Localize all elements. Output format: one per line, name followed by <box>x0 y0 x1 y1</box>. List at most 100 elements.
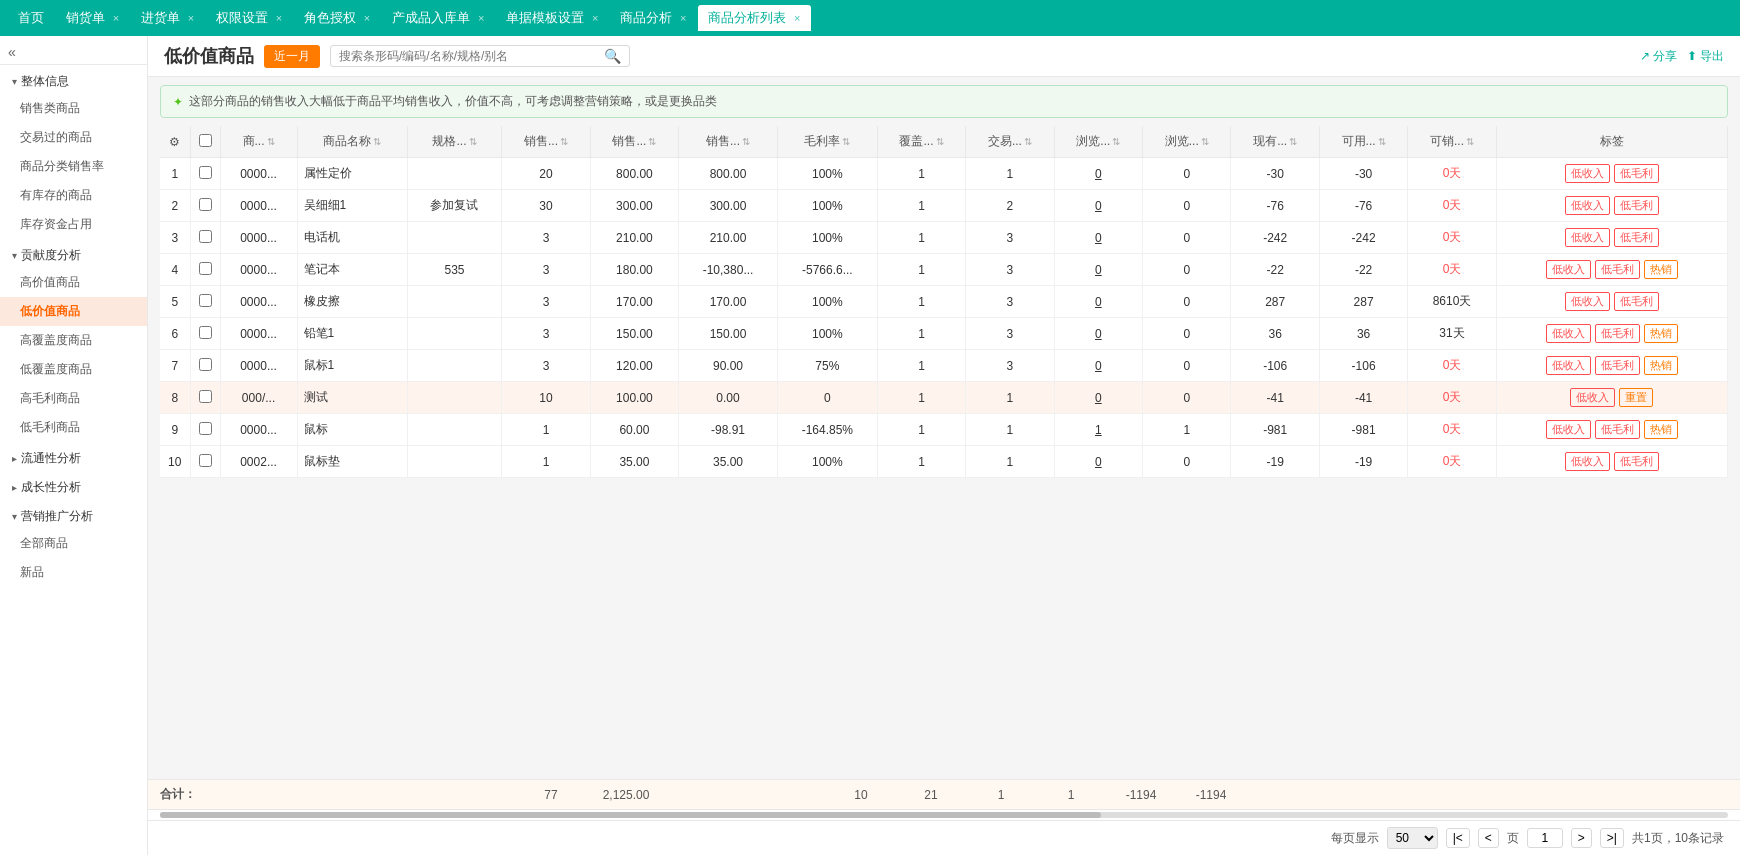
browse-link[interactable]: 0 <box>1095 391 1102 405</box>
browse-link[interactable]: 0 <box>1095 263 1102 277</box>
search-icon[interactable]: 🔍 <box>604 48 621 64</box>
sidebar-item-low-profit[interactable]: 低毛利商品 <box>0 413 147 442</box>
close-icon[interactable]: × <box>794 12 800 24</box>
td-coverage: 1 <box>877 318 965 350</box>
td-checkbox[interactable] <box>190 254 220 286</box>
close-icon[interactable]: × <box>680 12 686 24</box>
close-icon[interactable]: × <box>188 12 194 24</box>
td-days: 0天 <box>1408 414 1496 446</box>
row-checkbox[interactable] <box>199 262 212 275</box>
sidebar-collapse-btn[interactable]: « <box>8 44 16 60</box>
browse-link[interactable]: 1 <box>1095 423 1102 437</box>
sidebar-item-low-value[interactable]: 低价值商品 <box>0 297 147 326</box>
browse-link[interactable]: 0 <box>1095 167 1102 181</box>
row-checkbox[interactable] <box>199 294 212 307</box>
table-row: 2 0000... 吴细细1 参加复试 30 300.00 300.00 100… <box>160 190 1728 222</box>
sidebar-group-contribution[interactable]: ▾ 贡献度分析 <box>0 239 147 268</box>
sidebar-item-all-goods[interactable]: 全部商品 <box>0 529 147 558</box>
first-page-button[interactable]: |< <box>1446 828 1470 848</box>
row-checkbox[interactable] <box>199 326 212 339</box>
td-col1: 30 <box>502 190 590 222</box>
close-icon[interactable]: × <box>592 12 598 24</box>
td-checkbox[interactable] <box>190 190 220 222</box>
td-checkbox[interactable] <box>190 222 220 254</box>
td-checkbox[interactable] <box>190 382 220 414</box>
sidebar-group-liquidity[interactable]: ▸ 流通性分析 <box>0 442 147 471</box>
sidebar-item-low-coverage[interactable]: 低覆盖度商品 <box>0 355 147 384</box>
row-checkbox[interactable] <box>199 454 212 467</box>
td-available-stock: -76 <box>1319 190 1407 222</box>
sidebar-group-growth[interactable]: ▸ 成长性分析 <box>0 471 147 500</box>
close-icon[interactable]: × <box>113 12 119 24</box>
nav-role-auth[interactable]: 角色授权 × <box>294 5 380 31</box>
per-page-select[interactable]: 50 100 200 <box>1387 827 1438 849</box>
nav-home[interactable]: 首页 <box>8 5 54 31</box>
prev-page-button[interactable]: < <box>1478 828 1499 848</box>
browse-link[interactable]: 0 <box>1095 295 1102 309</box>
td-name: 属性定价 <box>297 158 407 190</box>
sidebar-item-sales-goods[interactable]: 销售类商品 <box>0 94 147 123</box>
sidebar-item-category-sales-rate[interactable]: 商品分类销售率 <box>0 152 147 181</box>
td-checkbox[interactable] <box>190 350 220 382</box>
td-coverage: 1 <box>877 414 965 446</box>
td-checkbox[interactable] <box>190 318 220 350</box>
nav-permission[interactable]: 权限设置 × <box>206 5 292 31</box>
sidebar-item-high-profit[interactable]: 高毛利商品 <box>0 384 147 413</box>
nav-sales-order[interactable]: 销货单 × <box>56 5 129 31</box>
td-checkbox[interactable] <box>190 446 220 478</box>
td-checkbox[interactable] <box>190 414 220 446</box>
row-checkbox[interactable] <box>199 198 212 211</box>
td-checkbox[interactable] <box>190 158 220 190</box>
browse-link[interactable]: 0 <box>1095 455 1102 469</box>
td-spec <box>407 414 502 446</box>
browse-link[interactable]: 0 <box>1095 359 1102 373</box>
sidebar-item-high-coverage[interactable]: 高覆盖度商品 <box>0 326 147 355</box>
nav-product-warehouse[interactable]: 产成品入库单 × <box>382 5 494 31</box>
share-button[interactable]: ↗ 分享 <box>1640 48 1677 65</box>
sidebar-item-stocked-goods[interactable]: 有库存的商品 <box>0 181 147 210</box>
td-col2: 35.00 <box>590 446 678 478</box>
browse-link[interactable]: 0 <box>1095 231 1102 245</box>
select-all-checkbox[interactable] <box>199 134 212 147</box>
search-box: 🔍 <box>330 45 630 67</box>
page-label: 页 <box>1507 830 1519 847</box>
sidebar-group-overall[interactable]: ▾ 整体信息 <box>0 65 147 94</box>
nav-goods-analysis[interactable]: 商品分析 × <box>610 5 696 31</box>
search-input[interactable] <box>339 49 600 63</box>
sidebar-item-new-goods[interactable]: 新品 <box>0 558 147 587</box>
tag-低毛利: 低毛利 <box>1595 420 1640 439</box>
export-button[interactable]: ⬆ 导出 <box>1687 48 1724 65</box>
sidebar-item-inventory-capital[interactable]: 库存资金占用 <box>0 210 147 239</box>
nav-template-setting[interactable]: 单据模板设置 × <box>496 5 608 31</box>
td-checkbox[interactable] <box>190 286 220 318</box>
th-settings[interactable]: ⚙ <box>160 126 190 158</box>
filter-period-button[interactable]: 近一月 <box>264 45 320 68</box>
close-icon[interactable]: × <box>364 12 370 24</box>
page-number-input[interactable] <box>1527 828 1563 848</box>
row-checkbox[interactable] <box>199 390 212 403</box>
tag-热销: 热销 <box>1644 356 1678 375</box>
td-col3: 800.00 <box>679 158 778 190</box>
close-icon[interactable]: × <box>478 12 484 24</box>
sidebar-item-traded-goods[interactable]: 交易过的商品 <box>0 123 147 152</box>
sidebar-item-high-value[interactable]: 高价值商品 <box>0 268 147 297</box>
nav-purchase-order[interactable]: 进货单 × <box>131 5 204 31</box>
close-icon[interactable]: × <box>276 12 282 24</box>
td-no: 2 <box>160 190 190 222</box>
nav-goods-analysis-list[interactable]: 商品分析列表 × <box>698 5 810 31</box>
sidebar-group-marketing[interactable]: ▾ 营销推广分析 <box>0 500 147 529</box>
sidebar-group-contribution-label: 贡献度分析 <box>21 247 81 264</box>
row-checkbox[interactable] <box>199 358 212 371</box>
td-spec: 参加复试 <box>407 190 502 222</box>
row-checkbox[interactable] <box>199 422 212 435</box>
days-value: 0天 <box>1443 358 1462 372</box>
th-checkbox[interactable] <box>190 126 220 158</box>
browse-link[interactable]: 0 <box>1095 327 1102 341</box>
browse-link[interactable]: 0 <box>1095 199 1102 213</box>
th-coverage: 覆盖...⇅ <box>877 126 965 158</box>
tag-低毛利: 低毛利 <box>1614 452 1659 471</box>
row-checkbox[interactable] <box>199 166 212 179</box>
row-checkbox[interactable] <box>199 230 212 243</box>
last-page-button[interactable]: >| <box>1600 828 1624 848</box>
next-page-button[interactable]: > <box>1571 828 1592 848</box>
